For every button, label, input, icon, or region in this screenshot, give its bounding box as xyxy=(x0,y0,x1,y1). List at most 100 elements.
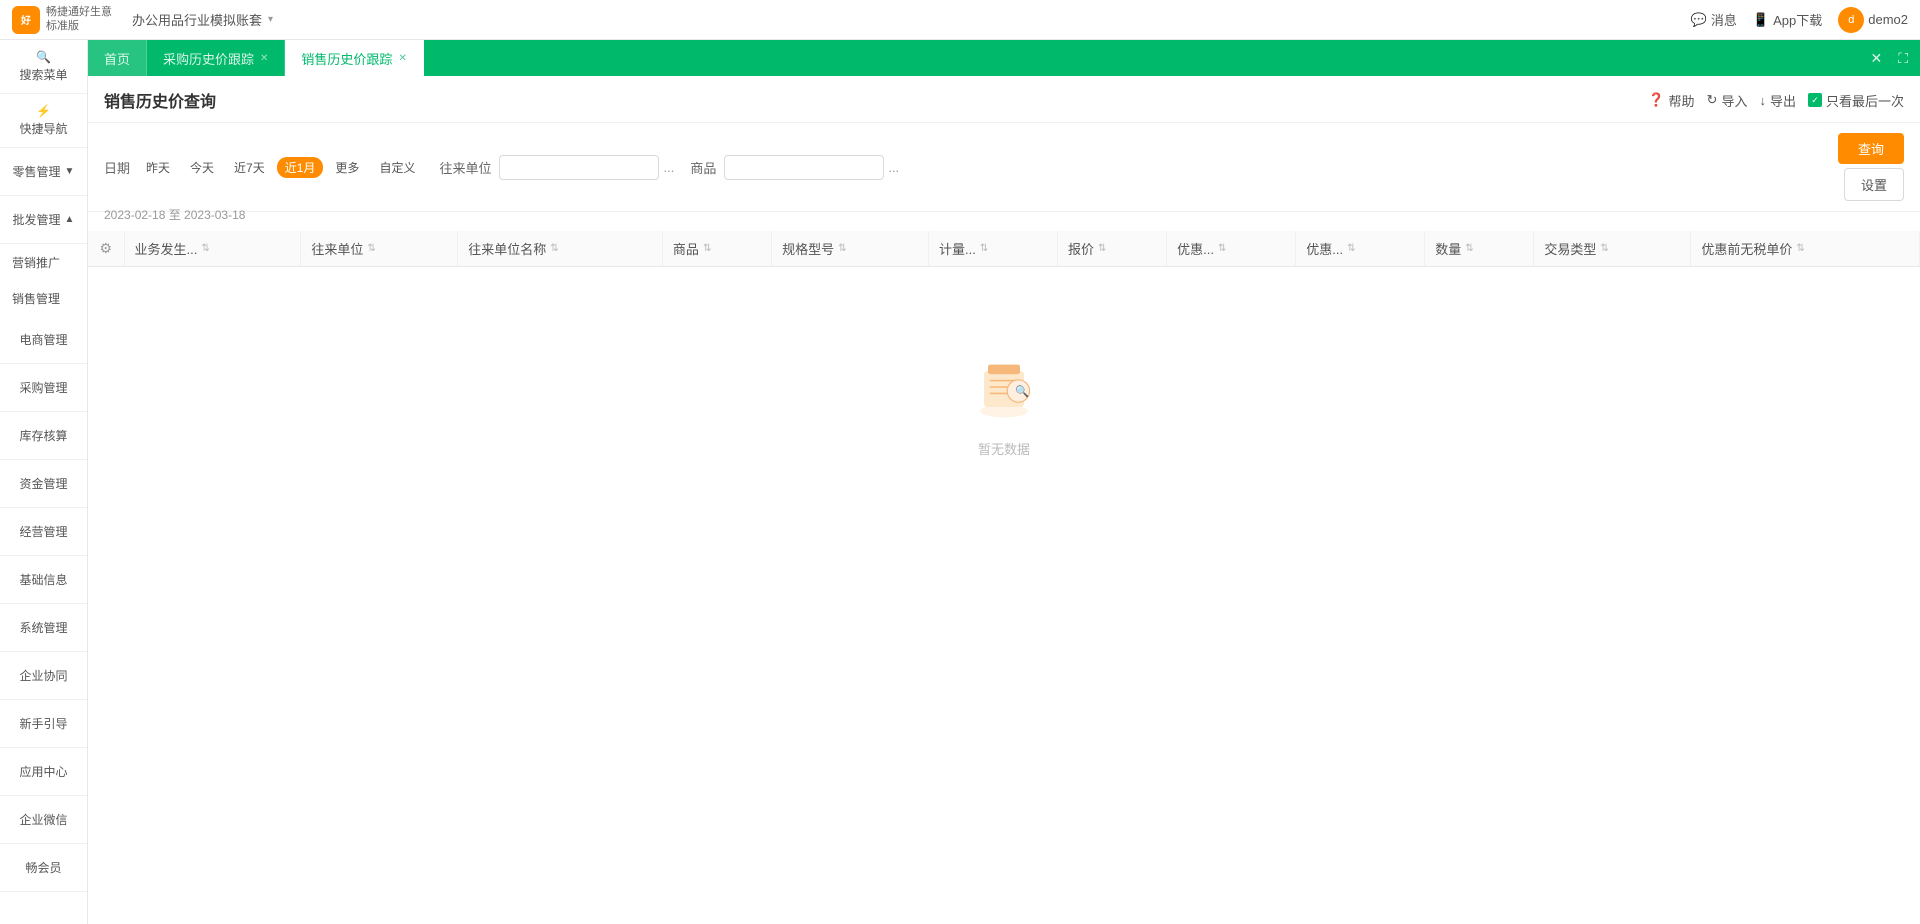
tab-sales-history[interactable]: 销售历史价跟踪 ✕ xyxy=(285,40,423,76)
th-spec[interactable]: 规格型号 ⇅ xyxy=(772,231,929,267)
tab-bar-actions: ✕ ⛶ xyxy=(1866,46,1920,71)
table-container: ⚙ 业务发生... ⇅ 往来单位 xyxy=(88,231,1920,924)
th-trade-type[interactable]: 交易类型 ⇅ xyxy=(1534,231,1691,267)
tab-bar: 首页 采购历史价跟踪 ✕ 销售历史价跟踪 ✕ ✕ ⛶ xyxy=(88,40,1920,76)
sidebar-item-retail[interactable]: 零售管理 ▼ xyxy=(0,148,87,196)
sidebar-item-purchase[interactable]: 采购管理 xyxy=(0,364,87,412)
sidebar-item-sales[interactable]: 销售管理 xyxy=(0,280,87,316)
logo-icon: 好 xyxy=(12,6,40,34)
goods-dots-button[interactable]: ... xyxy=(888,160,899,175)
sidebar-item-marketing[interactable]: 营销推广 xyxy=(0,244,87,280)
th-discount1[interactable]: 优惠... ⇅ xyxy=(1167,231,1296,267)
th-biz-date[interactable]: 业务发生... ⇅ xyxy=(124,231,301,267)
sort-icon-quote: ⇅ xyxy=(1098,243,1106,254)
th-quantity[interactable]: 数量 ⇅ xyxy=(1425,231,1534,267)
avatar: d xyxy=(1838,7,1864,33)
partner-filter-group: 往来单位 ... xyxy=(439,155,674,180)
th-goods[interactable]: 商品 ⇅ xyxy=(662,231,771,267)
maximize-button[interactable]: ⛶ xyxy=(1894,46,1912,71)
sort-icon-pretax-price: ⇅ xyxy=(1796,243,1804,254)
sidebar-item-member[interactable]: 畅会员 xyxy=(0,844,87,892)
search-icon: 🔍 xyxy=(36,50,51,64)
sidebar-item-basic[interactable]: 基础信息 xyxy=(0,556,87,604)
tab-close-sales[interactable]: ✕ xyxy=(398,53,406,64)
th-partner-name[interactable]: 往来单位名称 ⇅ xyxy=(458,231,663,267)
date-yesterday[interactable]: 昨天 xyxy=(138,157,178,178)
goods-label: 商品 xyxy=(690,158,716,177)
only-last-checkbox[interactable]: ✓ 只看最后一次 xyxy=(1808,91,1904,110)
empty-text: 暂无数据 xyxy=(978,439,1030,458)
sidebar-item-inventory[interactable]: 库存核算 xyxy=(0,412,87,460)
filter-settings-button[interactable]: 设置 xyxy=(1844,168,1904,201)
sidebar: 🔍 搜索菜单 ⚡ 快捷导航 零售管理 ▼ 批发管理 ▲ 营销推广 销售管理 电商… xyxy=(0,40,88,924)
sidebar-item-system[interactable]: 系统管理 xyxy=(0,604,87,652)
top-bar-center: 办公用品行业模拟账套 ▾ xyxy=(112,10,1691,29)
th-pretax-price[interactable]: 优惠前无税单价 ⇅ xyxy=(1691,231,1920,267)
sidebar-item-enterprise[interactable]: 企业协同 xyxy=(0,652,87,700)
table-settings-th[interactable]: ⚙ xyxy=(88,231,124,267)
date-7days[interactable]: 近7天 xyxy=(226,157,273,178)
sort-icon-biz-date: ⇅ xyxy=(201,243,209,254)
filter-bar: 日期 昨天 今天 近7天 近1月 更多 自定义 往来单位 ... xyxy=(88,123,1920,212)
partner-input[interactable] xyxy=(499,155,659,180)
tab-home[interactable]: 首页 xyxy=(88,40,147,76)
user-profile[interactable]: d demo2 xyxy=(1838,7,1908,33)
goods-input[interactable] xyxy=(724,155,884,180)
sort-icon-unit: ⇅ xyxy=(980,243,988,254)
top-bar: 好 畅捷通好生意 标准版 办公用品行业模拟账套 ▾ 💬 消息 📱 App下载 d… xyxy=(0,0,1920,40)
import-button[interactable]: ↻ 导入 xyxy=(1707,91,1748,110)
date-custom[interactable]: 自定义 xyxy=(371,157,423,178)
date-filter-group: 日期 昨天 今天 近7天 近1月 更多 自定义 xyxy=(104,157,423,178)
export-icon: ↓ xyxy=(1759,93,1766,108)
message-icon: 💬 xyxy=(1691,12,1707,28)
app-download-button[interactable]: 📱 App下载 xyxy=(1753,10,1822,29)
query-button[interactable]: 查询 xyxy=(1838,133,1904,164)
sort-icon-partner-name: ⇅ xyxy=(550,243,558,254)
sidebar-item-wechat[interactable]: 企业微信 xyxy=(0,796,87,844)
partner-input-group: ... xyxy=(499,155,674,180)
th-discount2[interactable]: 优惠... ⇅ xyxy=(1296,231,1425,267)
date-1month[interactable]: 近1月 xyxy=(277,157,324,178)
help-button[interactable]: ❓ 帮助 xyxy=(1648,91,1694,110)
date-range-text: 2023-02-18 至 2023-03-18 xyxy=(104,208,245,222)
chevron-down-icon: ▼ xyxy=(65,166,75,177)
sort-icon-discount2: ⇅ xyxy=(1347,243,1355,254)
partner-label: 往来单位 xyxy=(439,158,491,177)
top-bar-right: 💬 消息 📱 App下载 d demo2 xyxy=(1691,7,1908,33)
sidebar-item-guide[interactable]: 新手引导 xyxy=(0,700,87,748)
page-title: 销售历史价查询 xyxy=(104,88,216,112)
partner-dots-button[interactable]: ... xyxy=(663,160,674,175)
page-actions: ❓ 帮助 ↻ 导入 ↓ 导出 ✓ 只看最后一次 xyxy=(1648,91,1904,110)
th-quote[interactable]: 报价 ⇅ xyxy=(1058,231,1167,267)
th-partner-code[interactable]: 往来单位 ⇅ xyxy=(301,231,458,267)
sidebar-item-wholesale[interactable]: 批发管理 ▲ xyxy=(0,196,87,244)
dropdown-icon[interactable]: ▾ xyxy=(268,14,273,25)
sort-icon-discount1: ⇅ xyxy=(1218,243,1226,254)
close-all-tabs-button[interactable]: ✕ xyxy=(1866,46,1886,71)
sidebar-item-operations[interactable]: 经营管理 xyxy=(0,508,87,556)
svg-text:🔍: 🔍 xyxy=(1015,384,1029,398)
message-button[interactable]: 💬 消息 xyxy=(1691,10,1737,29)
tab-close-purchase[interactable]: ✕ xyxy=(260,53,268,64)
tab-purchase-history[interactable]: 采购历史价跟踪 ✕ xyxy=(147,40,285,76)
goods-input-group: ... xyxy=(724,155,899,180)
main-layout: 🔍 搜索菜单 ⚡ 快捷导航 零售管理 ▼ 批发管理 ▲ 营销推广 销售管理 电商… xyxy=(0,40,1920,924)
logo-text: 畅捷通好生意 标准版 xyxy=(46,6,112,32)
sidebar-item-search[interactable]: 🔍 搜索菜单 xyxy=(0,40,87,94)
date-today[interactable]: 今天 xyxy=(182,157,222,178)
data-table: ⚙ 业务发生... ⇅ 往来单位 xyxy=(88,231,1920,267)
date-range-display: 2023-02-18 至 2023-03-18 xyxy=(88,206,1920,231)
date-more[interactable]: 更多 xyxy=(327,157,367,178)
th-unit[interactable]: 计量... ⇅ xyxy=(928,231,1057,267)
page-header: 销售历史价查询 ❓ 帮助 ↻ 导入 ↓ 导出 ✓ xyxy=(88,76,1920,123)
sort-icon-goods: ⇅ xyxy=(703,243,711,254)
download-icon: 📱 xyxy=(1753,12,1769,28)
sort-icon-partner-code: ⇅ xyxy=(367,243,375,254)
sidebar-item-ecommerce[interactable]: 电商管理 xyxy=(0,316,87,364)
export-button[interactable]: ↓ 导出 xyxy=(1759,91,1796,110)
sidebar-item-appstore[interactable]: 应用中心 xyxy=(0,748,87,796)
top-bar-left: 好 畅捷通好生意 标准版 xyxy=(12,6,112,34)
sidebar-item-quicknav[interactable]: ⚡ 快捷导航 xyxy=(0,94,87,148)
sidebar-item-finance[interactable]: 资金管理 xyxy=(0,460,87,508)
table-gear-icon[interactable]: ⚙ xyxy=(99,240,112,256)
